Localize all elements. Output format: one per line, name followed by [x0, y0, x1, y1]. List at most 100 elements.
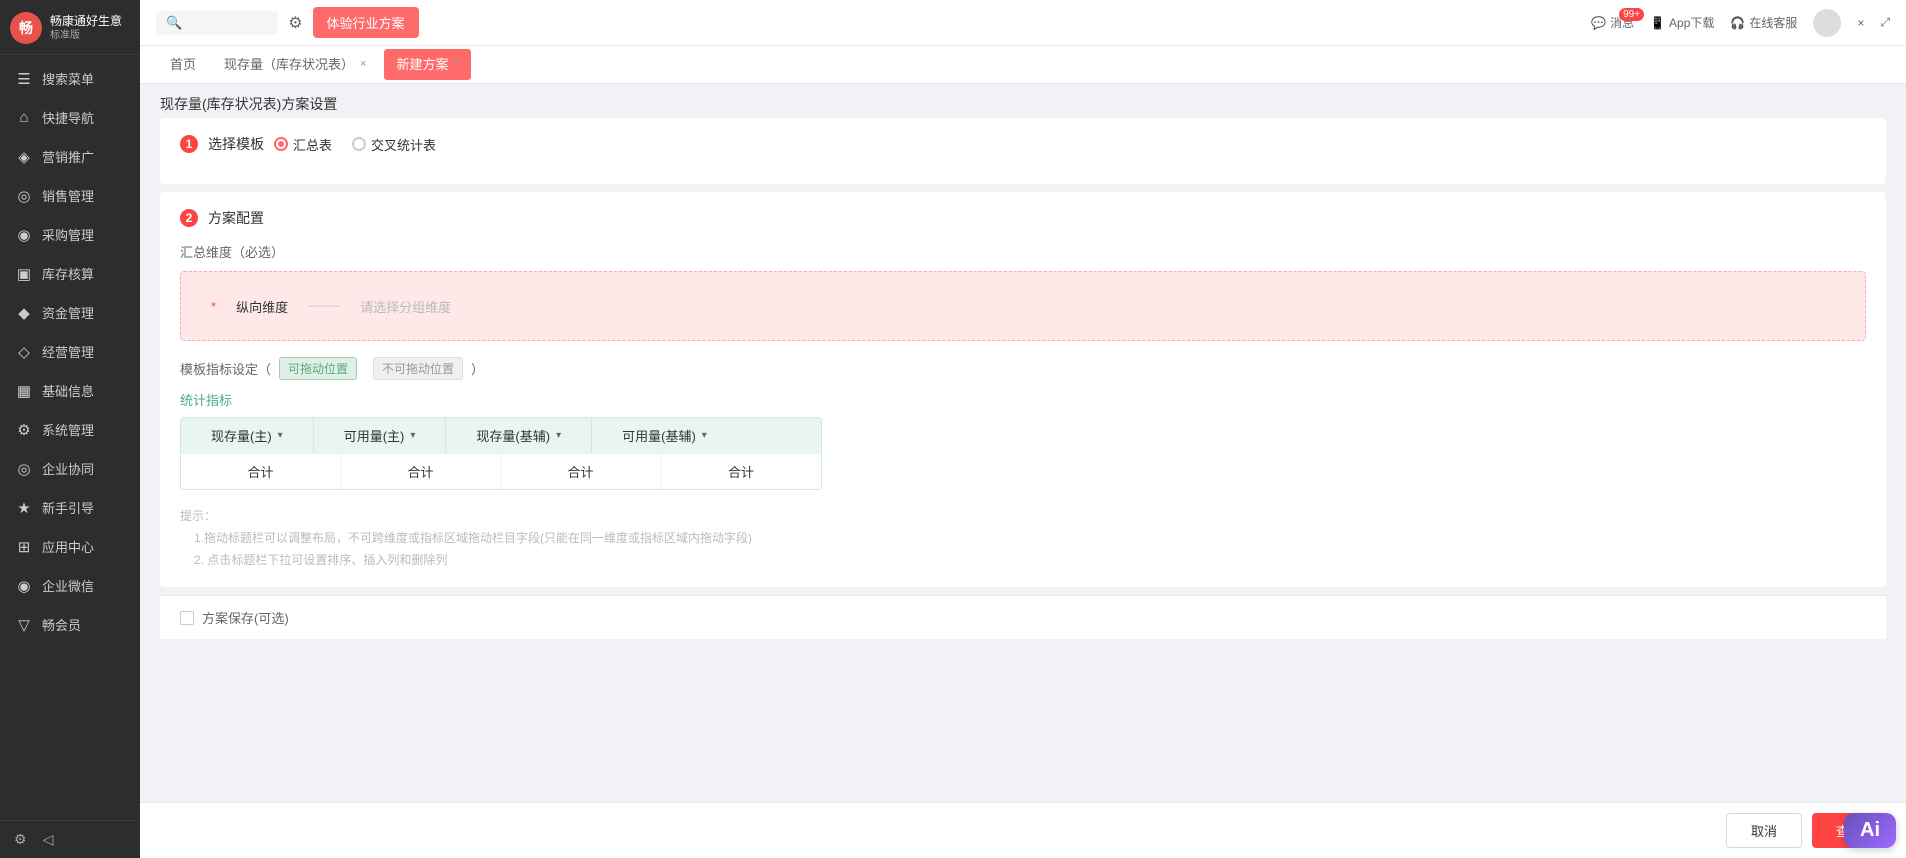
- logo-icon: 畅: [10, 12, 42, 44]
- save-label: 方案保存(可选): [202, 608, 289, 627]
- sidebar-icon-search-menu: ☰: [14, 70, 34, 88]
- headset-icon: 🎧: [1730, 16, 1745, 30]
- message-button[interactable]: 💬 消息 99+: [1591, 14, 1634, 31]
- stats-table: 现存量(主)▾可用量(主)▾现存量(基辅)▾可用量(基辅)▾ 合计合计合计合计: [180, 417, 822, 490]
- stats-col-col1[interactable]: 现存量(主)▾: [181, 418, 314, 453]
- tab-home[interactable]: 首页: [156, 46, 210, 83]
- sidebar-icon-marketing: ◈: [14, 148, 34, 166]
- indicator-setting-label: 模板指标设定（: [180, 359, 271, 378]
- save-checkbox[interactable]: [180, 611, 194, 625]
- sidebar-label-search-menu: 搜索菜单: [42, 69, 94, 88]
- sidebar-footer: ⚙ ◁: [0, 820, 140, 858]
- sidebar-item-marketing[interactable]: ◈营销推广: [0, 137, 140, 176]
- indicator-close: ）: [471, 359, 484, 378]
- stats-col-col2[interactable]: 可用量(主)▾: [314, 418, 447, 453]
- sidebar-item-member[interactable]: ▽ 畅会员: [0, 605, 140, 644]
- expand-icon[interactable]: ⤢: [1880, 15, 1890, 30]
- radio-cross[interactable]: 交叉统计表: [352, 135, 436, 154]
- sidebar-icon-finance: ◆: [14, 304, 34, 322]
- stats-col-col4[interactable]: 可用量(基辅)▾: [592, 418, 737, 453]
- chevron-icon: ▾: [278, 430, 283, 441]
- save-row: 方案保存(可选): [160, 595, 1886, 639]
- tab-label-new-plan: 新建方案: [396, 54, 448, 73]
- sidebar-item-search-menu[interactable]: ☰ 搜索菜单: [0, 59, 140, 98]
- dimension-area[interactable]: * 纵向维度 —— 请选择分组维度: [180, 271, 1866, 341]
- tips-title: 提示：: [180, 507, 1866, 524]
- message-badge: 99+: [1619, 8, 1644, 21]
- sidebar-item-system[interactable]: ⚙ 系统管理: [0, 410, 140, 449]
- sidebar-item-finance[interactable]: ◆ 资金管理: [0, 293, 140, 332]
- stats-cell-r0c1: 合计: [341, 454, 501, 489]
- stats-col-col3[interactable]: 现存量(基辅)▾: [446, 418, 592, 453]
- radio-summary[interactable]: 汇总表: [274, 135, 332, 154]
- sidebar-icon-wechat: ◉: [14, 577, 34, 595]
- sound-icon[interactable]: ◁: [43, 831, 54, 848]
- sidebar-item-sales[interactable]: ◎销售管理: [0, 176, 140, 215]
- search-input[interactable]: [188, 16, 268, 30]
- radio-cross-dot: [352, 137, 366, 151]
- config-label: 汇总维度（必选）: [180, 242, 1866, 261]
- message-icon: 💬: [1591, 16, 1606, 30]
- sidebar-label-finance: 资金管理: [42, 303, 94, 322]
- sidebar-item-wechat[interactable]: ◉ 企业微信: [0, 566, 140, 605]
- sidebar-item-basic-info[interactable]: ▦基础信息: [0, 371, 140, 410]
- sidebar-icon-cooperation: ◎: [14, 460, 34, 478]
- step2-card: 2 方案配置 汇总维度（必选） * 纵向维度 —— 请选择分组维度 模板指标设定…: [160, 192, 1886, 587]
- step2-label: 方案配置: [208, 208, 264, 228]
- chevron-icon: ▾: [556, 430, 561, 441]
- sidebar-icon-new-guide: ★: [14, 499, 34, 517]
- settings-icon[interactable]: ⚙: [14, 831, 27, 848]
- close-icon[interactable]: ×: [1857, 16, 1864, 30]
- industry-button[interactable]: 体验行业方案: [313, 7, 419, 38]
- sidebar-icon-member: ▽: [14, 616, 34, 634]
- sidebar-item-purchase[interactable]: ◉采购管理: [0, 215, 140, 254]
- dim-dash: ——: [308, 297, 340, 315]
- sidebar-item-operations[interactable]: ◇ 经营管理: [0, 332, 140, 371]
- template-radio-group: 汇总表 交叉统计表: [274, 135, 436, 154]
- user-avatar[interactable]: [1813, 9, 1841, 37]
- sidebar-icon-operations: ◇: [14, 343, 34, 361]
- sidebar-label-system: 系统管理: [42, 420, 94, 439]
- ai-badge[interactable]: Ai: [1844, 813, 1896, 848]
- step1-num: 1: [180, 135, 198, 153]
- sidebar-label-app-center: 应用中心: [42, 537, 94, 556]
- tabs-bar: 首页现存量（库存状况表）× 新建方案 ×: [140, 46, 1906, 84]
- sidebar-item-quick-nav[interactable]: ⌂快捷导航: [0, 98, 140, 137]
- indicator-badge-draggable: 可拖动位置: [279, 357, 357, 380]
- stats-section: 统计指标 现存量(主)▾可用量(主)▾现存量(基辅)▾可用量(基辅)▾ 合计合计…: [180, 390, 1866, 493]
- sidebar-item-cooperation[interactable]: ◎企业协同: [0, 449, 140, 488]
- gear-icon[interactable]: ⚙: [288, 13, 302, 33]
- sidebar-icon-sales: ◎: [14, 187, 34, 205]
- stats-table-header: 现存量(主)▾可用量(主)▾现存量(基辅)▾可用量(基辅)▾: [181, 418, 821, 453]
- required-mark: *: [211, 299, 216, 314]
- tab-new-plan[interactable]: 新建方案 ×: [384, 49, 470, 80]
- sidebar-icon-system: ⚙: [14, 421, 34, 439]
- logo-text: 畅康通好生意 标准版: [50, 14, 122, 43]
- sidebar-logo: 畅 畅康通好生意 标准版: [0, 0, 140, 55]
- sidebar-label-purchase: 采购管理: [42, 225, 94, 244]
- sidebar-label-member: 畅会员: [42, 615, 81, 634]
- indicator-badge-fixed: 不可拖动位置: [373, 357, 463, 380]
- tab-close-inventory-status[interactable]: ×: [360, 58, 366, 70]
- sidebar-label-wechat: 企业微信: [42, 576, 94, 595]
- sidebar-item-new-guide[interactable]: ★ 新手引导: [0, 488, 140, 527]
- chevron-icon: ▾: [702, 430, 707, 441]
- online-service-button[interactable]: 🎧 在线客服: [1730, 14, 1797, 31]
- phone-icon: 📱: [1650, 16, 1665, 30]
- sidebar-label-operations: 经营管理: [42, 342, 94, 361]
- topbar-right: 💬 消息 99+ 📱 App下载 🎧 在线客服 × ⤢: [1591, 9, 1890, 37]
- cancel-button[interactable]: 取消: [1726, 813, 1802, 848]
- search-box: 🔍: [156, 11, 278, 35]
- app-download-button[interactable]: 📱 App下载: [1650, 14, 1714, 31]
- tab-close-new-plan[interactable]: ×: [452, 58, 458, 70]
- page-title: 现存量(库存状况表)方案设置: [160, 96, 337, 112]
- step2-num: 2: [180, 209, 198, 227]
- stats-cell-r0c3: 合计: [661, 454, 821, 489]
- sidebar-icon-app-center: ⊞: [14, 538, 34, 556]
- tip-item-1: 1.拖动标题栏可以调整布局，不可跨维度或指标区域拖动栏目字段(只能在同一维度或指…: [180, 528, 1866, 550]
- stats-table-row: 合计合计合计合计: [181, 453, 821, 489]
- sidebar-item-app-center[interactable]: ⊞ 应用中心: [0, 527, 140, 566]
- tab-inventory-status[interactable]: 现存量（库存状况表）×: [210, 46, 380, 83]
- sidebar-item-inventory[interactable]: ▣库存核算: [0, 254, 140, 293]
- sidebar-label-new-guide: 新手引导: [42, 498, 94, 517]
